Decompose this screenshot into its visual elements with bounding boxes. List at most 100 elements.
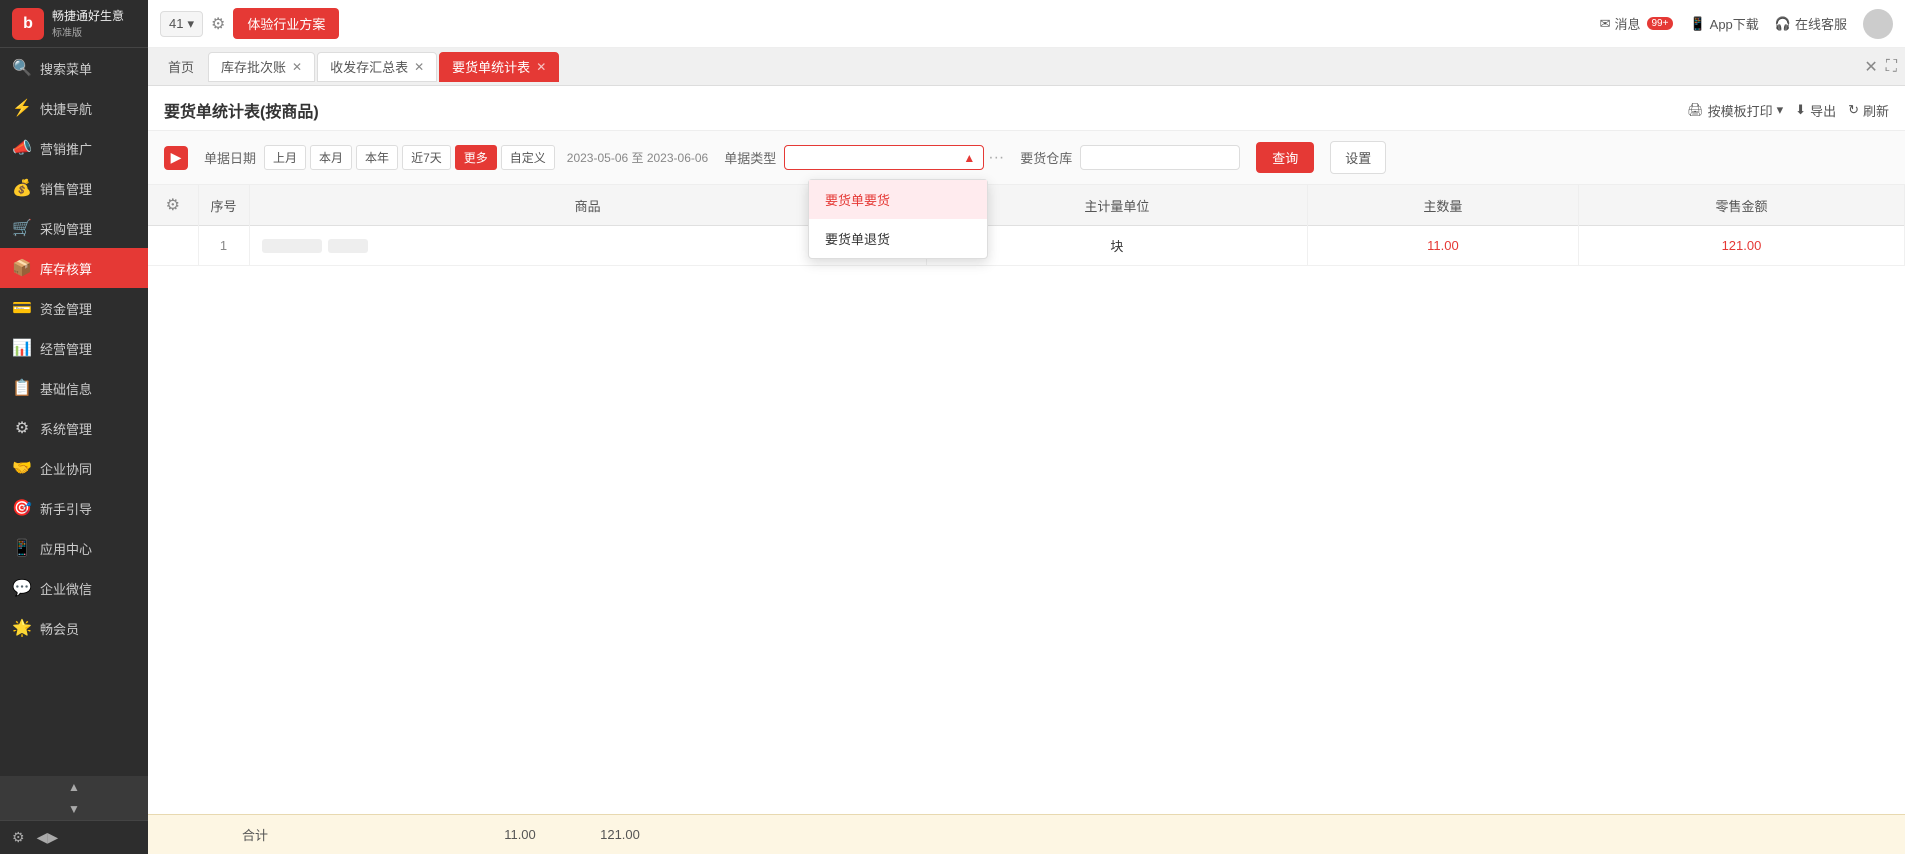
sidebar-item-purchase[interactable]: 🛒 采购管理 [0,208,148,248]
page-header-actions: 🖨 按模板打印 ▾ ⬇ 导出 ↻ 刷新 [1687,101,1889,120]
sales-icon: 💰 [12,178,32,198]
warehouse-value [1089,150,1093,165]
tab-recv-summary[interactable]: 收发存汇总表 ✕ [317,52,437,82]
main-container: 41 ▾ ⚙ 体验行业方案 ✉ 消息 99+ 📱 App下载 🎧 在线客服 [148,0,1905,854]
topbar-right: ✉ 消息 99+ 📱 App下载 🎧 在线客服 [1600,9,1893,39]
query-btn[interactable]: 查询 [1256,142,1314,173]
purchase-icon: 🛒 [12,218,32,238]
sidebar-scroll-down-btn[interactable]: ▼ [0,798,148,820]
sidebar-item-wechat[interactable]: 💬 企业微信 [0,568,148,608]
bill-type-input-box[interactable]: ▲ [784,145,984,170]
date-btn-more[interactable]: 更多 [455,145,497,170]
row-no-cell: 1 [198,226,249,266]
sidebar-scroll-up-btn[interactable]: ▲ [0,776,148,798]
inventory-icon: 📦 [12,258,32,278]
collapse-sidebar-icon[interactable]: ◀▶ [37,829,59,846]
sidebar-item-shortcut[interactable]: ⚡ 快捷导航 [0,88,148,128]
warehouse-label: 要货仓库 [1020,148,1072,167]
message-icon: ✉ [1600,16,1611,32]
chevron-down-icon: ▾ [187,16,194,32]
sidebar-nav: 🔍 搜索菜单 ⚡ 快捷导航 📣 营销推广 💰 销售管理 🛒 采购管理 📦 库存核… [0,48,148,776]
message-badge: 99+ [1647,17,1674,30]
sidebar-item-inventory[interactable]: 📦 库存核算 [0,248,148,288]
headset-icon: 🎧 [1775,16,1791,32]
print-btn[interactable]: 🖨 按模板打印 ▾ [1687,101,1783,120]
sidebar-item-search[interactable]: 🔍 搜索菜单 [0,48,148,88]
tab-inventory-batch[interactable]: 库存批次账 ✕ [208,52,315,82]
dropdown-item-purchase-return[interactable]: 要货单退货 [809,219,987,258]
table-row: 1 块 11.00 121.00 [148,226,1905,266]
app-download-btn[interactable]: 📱 App下载 [1689,14,1758,33]
tabs-actions: ✕ ⛶ [1864,57,1897,77]
sidebar-item-member[interactable]: 🌟 畅会员 [0,608,148,648]
tab-close-order-stats[interactable]: ✕ [536,61,546,73]
trial-btn[interactable]: 体验行业方案 [233,8,339,39]
tab-home[interactable]: 首页 [156,51,206,82]
topbar-settings-icon[interactable]: ⚙ [211,14,225,34]
sidebar-item-marketing[interactable]: 📣 营销推广 [0,128,148,168]
marketing-icon: 📣 [12,138,32,158]
warehouse-filter-group: 要货仓库 [1020,145,1240,170]
wechat-icon: 💬 [12,578,32,598]
row-settings-cell [148,226,198,266]
sidebar-item-operations[interactable]: 📊 经营管理 [0,328,148,368]
row-qty-cell[interactable]: 11.00 [1307,226,1578,266]
settings-bottom-icon[interactable]: ⚙ [12,829,25,846]
date-range-display: 2023-05-06 至 2023-06-06 [567,149,708,166]
export-btn[interactable]: ⬇ 导出 [1795,101,1836,120]
table-settings-icon[interactable]: ⚙ [166,197,180,214]
chevron-down-print-icon: ▾ [1777,102,1784,118]
date-btn-this-month[interactable]: 本月 [310,145,352,170]
tab-close-inventory-batch[interactable]: ✕ [292,61,302,73]
goods-tag-1 [262,239,322,253]
topbar-left: 41 ▾ ⚙ 体验行业方案 [160,8,1588,39]
system-icon: ⚙ [12,418,32,438]
warehouse-input-box[interactable] [1080,145,1240,170]
bill-type-label: 单据类型 [724,148,776,167]
tab-order-stats[interactable]: 要货单统计表 ✕ [439,52,559,82]
tabs-bar: 首页 库存批次账 ✕ 收发存汇总表 ✕ 要货单统计表 ✕ ✕ ⛶ [148,48,1905,86]
sidebar: b 畅捷通好生意 标准版 🔍 搜索菜单 ⚡ 快捷导航 📣 营销推广 💰 销售管理… [0,0,148,854]
col-no-th: 序号 [198,185,249,226]
date-filter-group: 单据日期 上月 本月 本年 近7天 更多 自定义 2023-05-06 至 20… [204,145,708,170]
date-btn-last-month[interactable]: 上月 [264,145,306,170]
sidebar-bottom: ⚙ ◀▶ [0,820,148,854]
sidebar-item-system[interactable]: ⚙ 系统管理 [0,408,148,448]
tab-close-recv-summary[interactable]: ✕ [414,61,424,73]
filter-bar: ▶ 单据日期 上月 本月 本年 近7天 更多 自定义 2023-05-06 至 … [148,131,1905,185]
bill-type-more-icon[interactable]: ··· [988,149,1004,167]
settings-filter-btn[interactable]: 设置 [1330,141,1386,174]
sidebar-item-enterprise[interactable]: 🤝 企业协同 [0,448,148,488]
bill-type-value [793,150,797,165]
export-icon: ⬇ [1795,102,1806,118]
sidebar-item-finance[interactable]: 💳 资金管理 [0,288,148,328]
sidebar-item-basic[interactable]: 📋 基础信息 [0,368,148,408]
sidebar-item-appstore[interactable]: 📱 应用中心 [0,528,148,568]
footer-qty-val: 11.00 [470,827,570,842]
mobile-icon: 📱 [1689,16,1705,32]
date-btn-7days[interactable]: 近7天 [402,145,451,170]
date-filter-label: 单据日期 [204,148,256,167]
sidebar-item-sales[interactable]: 💰 销售管理 [0,168,148,208]
col-settings-th[interactable]: ⚙ [148,185,198,226]
fullscreen-icon[interactable]: ⛶ [1886,58,1897,76]
operations-icon: 📊 [12,338,32,358]
filter-expand-btn[interactable]: ▶ [164,146,188,170]
service-btn[interactable]: 🎧 在线客服 [1775,14,1847,33]
date-btns: 上月 本月 本年 近7天 更多 自定义 [264,145,555,170]
messages-btn[interactable]: ✉ 消息 99+ [1600,14,1674,33]
store-selector[interactable]: 41 ▾ [160,11,203,37]
date-btn-this-year[interactable]: 本年 [356,145,398,170]
user-avatar[interactable] [1863,9,1893,39]
refresh-btn[interactable]: ↻ 刷新 [1848,101,1889,120]
date-btn-custom[interactable]: 自定义 [501,145,555,170]
dropdown-item-purchase-order[interactable]: 要货单要货 [809,180,987,219]
app-logo-text: 畅捷通好生意 标准版 [52,8,124,40]
close-all-tabs-icon[interactable]: ✕ [1864,57,1877,77]
app-logo-icon: b [12,8,44,40]
finance-icon: 💳 [12,298,32,318]
row-sale-cell[interactable]: 121.00 [1578,226,1904,266]
sidebar-item-guide[interactable]: 🎯 新手引导 [0,488,148,528]
guide-icon: 🎯 [12,498,32,518]
sidebar-logo: b 畅捷通好生意 标准版 [0,0,148,48]
